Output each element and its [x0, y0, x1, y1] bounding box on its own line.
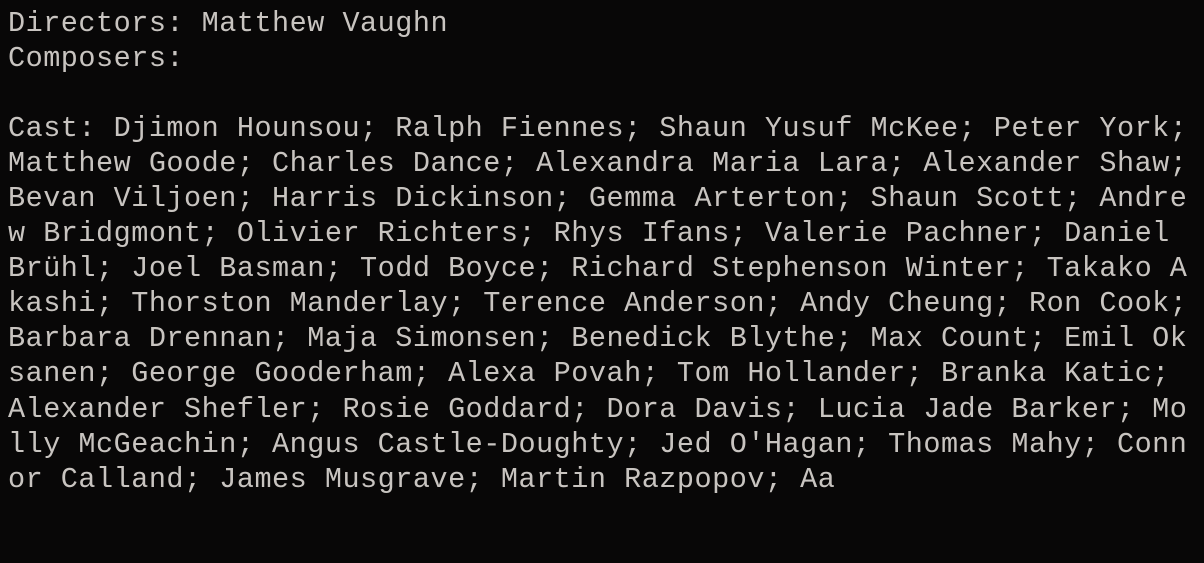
terminal-output: Directors: Matthew Vaughn Composers: Cas…: [8, 6, 1196, 497]
